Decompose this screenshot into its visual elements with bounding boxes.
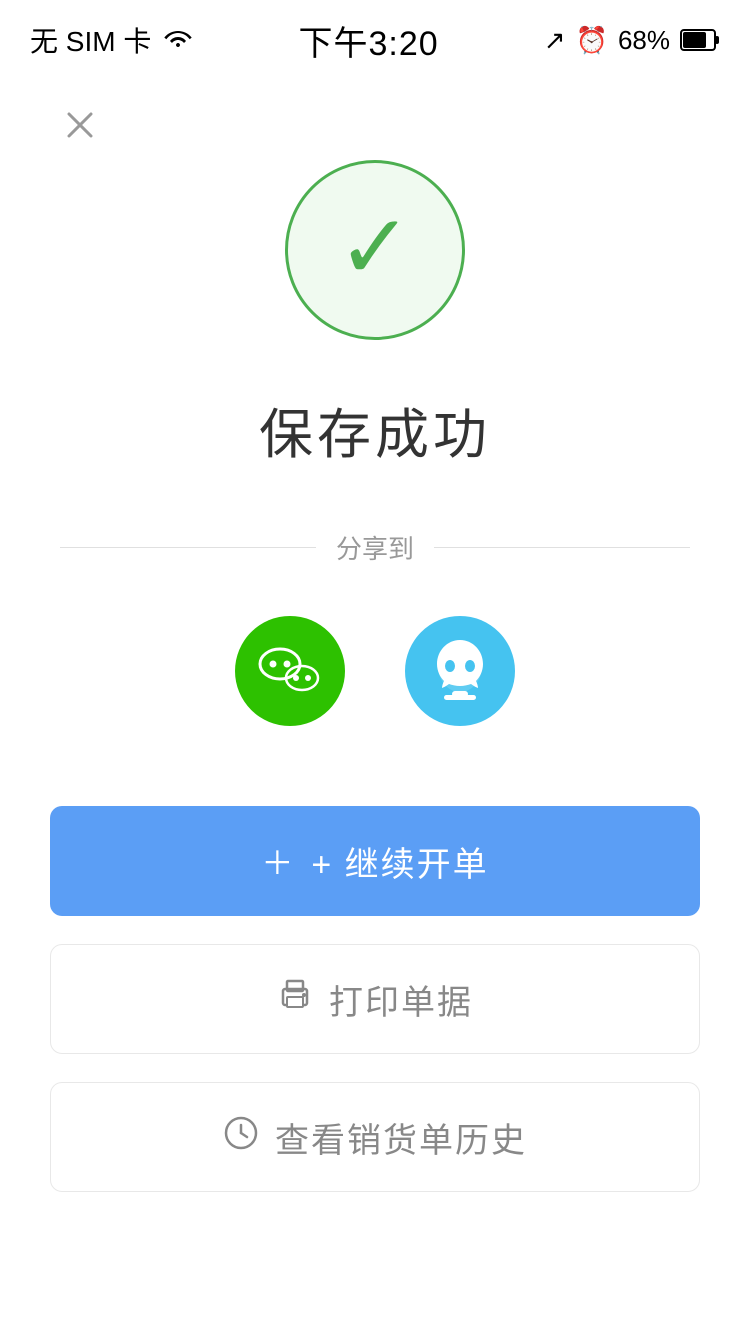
battery-icon — [680, 29, 720, 51]
main-content: ✓ 保存成功 分享到 — [0, 80, 750, 1192]
carrier-text: 无 SIM 卡 — [30, 20, 151, 60]
plus-icon: ＋ — [261, 838, 295, 884]
divider-left — [60, 547, 316, 548]
view-history-button[interactable]: 查看销货单历史 — [50, 1082, 700, 1192]
share-label: 分享到 — [316, 529, 434, 566]
continue-order-label: + 继续开单 — [311, 837, 488, 886]
alarm-icon: ⏰ — [576, 25, 608, 56]
action-buttons: ＋ + 继续开单 打印单据 查看销货单历史 — [0, 806, 750, 1192]
wifi-icon — [163, 24, 193, 56]
battery-text: 68% — [618, 25, 670, 56]
clock-icon — [223, 1115, 259, 1159]
location-icon: ↗ — [544, 25, 566, 56]
share-icons — [235, 616, 515, 726]
history-label: 查看销货单历史 — [275, 1113, 527, 1162]
print-label: 打印单据 — [329, 975, 473, 1024]
wechat-share-button[interactable] — [235, 616, 345, 726]
close-button[interactable] — [50, 95, 110, 155]
status-right: ↗ ⏰ 68% — [544, 25, 720, 56]
qq-icon — [430, 636, 490, 706]
status-bar: 无 SIM 卡 下午3:20 ↗ ⏰ 68% — [0, 0, 750, 80]
printer-icon — [277, 979, 313, 1019]
divider-right — [434, 547, 690, 548]
status-left: 无 SIM 卡 — [30, 20, 193, 60]
qq-share-button[interactable] — [405, 616, 515, 726]
success-icon-circle: ✓ — [285, 160, 465, 340]
wechat-icon — [258, 644, 322, 698]
print-button[interactable]: 打印单据 — [50, 944, 700, 1054]
success-title: 保存成功 — [259, 390, 491, 469]
share-section: 分享到 — [0, 529, 750, 566]
check-icon: ✓ — [337, 203, 412, 293]
continue-order-button[interactable]: ＋ + 继续开单 — [50, 806, 700, 916]
status-time: 下午3:20 — [298, 16, 438, 65]
